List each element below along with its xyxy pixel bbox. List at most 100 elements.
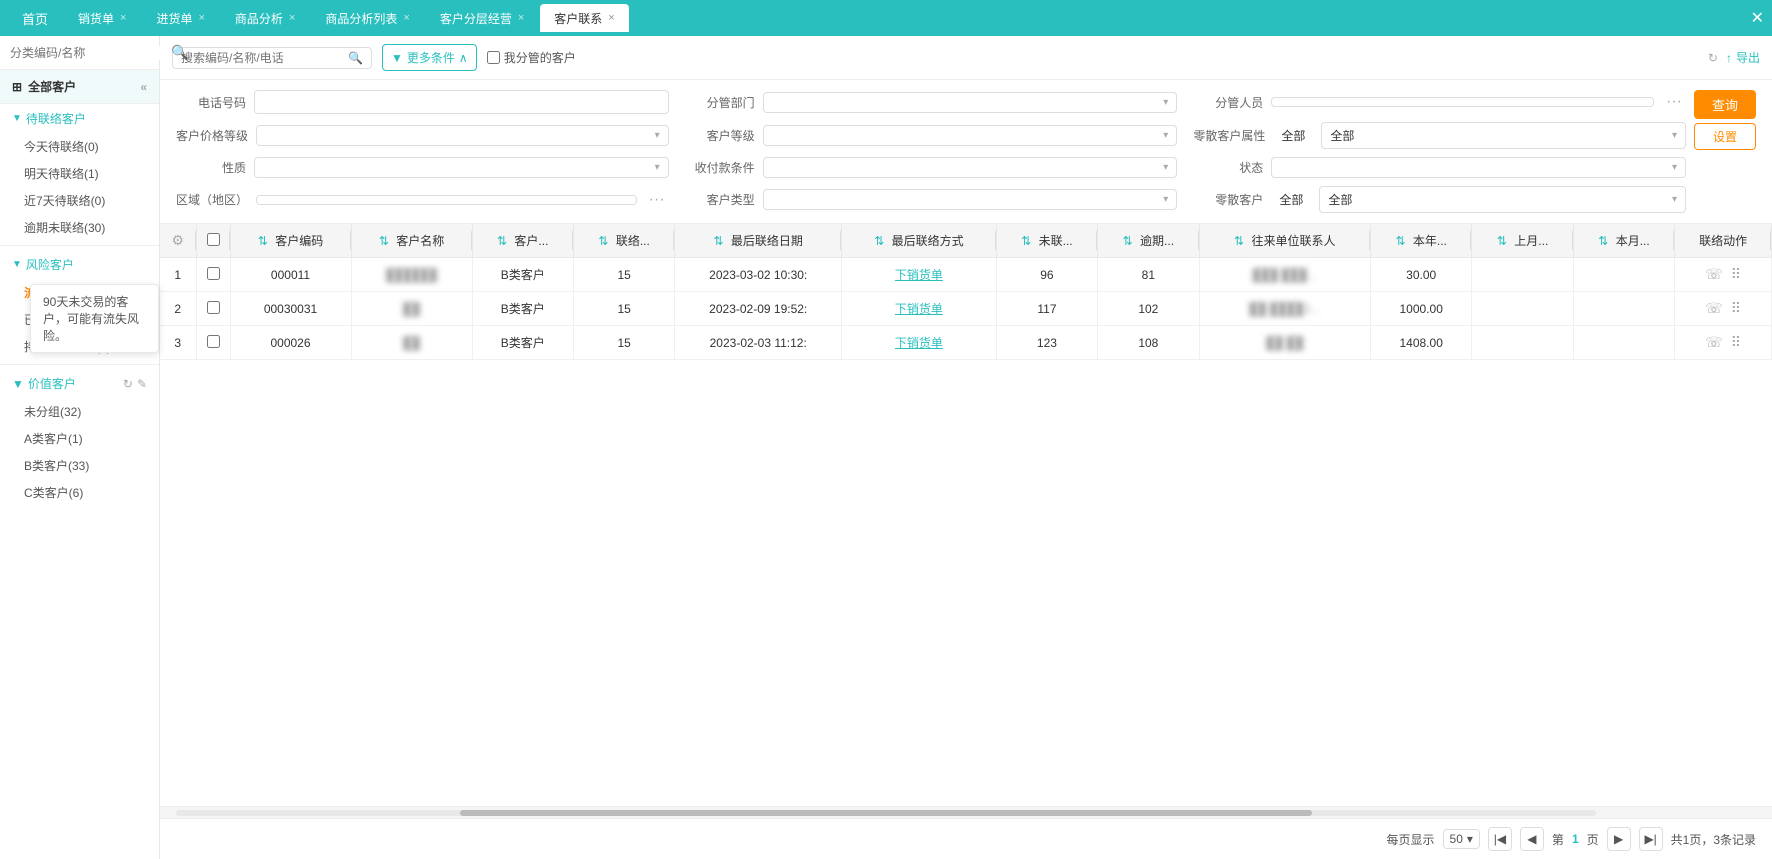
- contact-icon-3[interactable]: ☏: [1705, 334, 1723, 351]
- tab-tier-close[interactable]: ×: [518, 12, 524, 24]
- my-customers-checkbox[interactable]: [487, 51, 500, 64]
- tab-list-close[interactable]: ×: [403, 12, 409, 24]
- row-contact-1: 15: [573, 258, 674, 292]
- status-select[interactable]: ▾: [1271, 157, 1686, 178]
- tab-customer-contact[interactable]: 客户联系 ×: [540, 4, 628, 32]
- sidebar-item-class-c[interactable]: C类客户(6): [0, 479, 159, 506]
- col-sort-icon[interactable]: ⇅: [258, 234, 268, 248]
- last-page-btn[interactable]: ▶|: [1639, 827, 1663, 851]
- sidebar-group-risk[interactable]: ▼ 风险客户: [0, 250, 159, 279]
- sidebar-item-7days-pending[interactable]: 近7天待联络(0): [0, 187, 159, 214]
- tab-contact-close[interactable]: ×: [608, 12, 614, 24]
- contact-icon-1[interactable]: ☏: [1705, 266, 1723, 283]
- search-input[interactable]: [181, 51, 342, 65]
- export-btn[interactable]: ↑ 导出: [1726, 49, 1760, 66]
- search-icon[interactable]: 🔍: [348, 51, 363, 65]
- region-more-btn[interactable]: ···: [645, 191, 669, 209]
- tab-customer-tier[interactable]: 客户分层经营 ×: [426, 4, 538, 32]
- row-method-1: 下销货单: [842, 258, 997, 292]
- filter-field-scatter-customer: 零散客户 全部 全部 ▾: [1193, 186, 1686, 213]
- sidebar-all-customers[interactable]: ⊞ 全部客户 «: [0, 70, 159, 104]
- table-scrollbar-thumb[interactable]: [460, 810, 1312, 816]
- row-contact-2: 15: [573, 292, 674, 326]
- payment-select[interactable]: ▾: [763, 157, 1178, 178]
- more-action-icon-3[interactable]: ⠿: [1731, 334, 1741, 351]
- manager-select[interactable]: [1271, 97, 1654, 107]
- sidebar-item-tomorrow-pending[interactable]: 明天待联络(1): [0, 160, 159, 187]
- settings-btn[interactable]: 设置: [1694, 123, 1756, 150]
- col-sort-icon-11[interactable]: ⇅: [1497, 234, 1507, 248]
- row-method-link-2[interactable]: 下销货单: [895, 302, 943, 316]
- customer-type-select[interactable]: ▾: [763, 189, 1178, 210]
- phone-input[interactable]: [254, 90, 669, 114]
- row-checkbox-input-1[interactable]: [207, 267, 220, 280]
- row-unit-contact-3: ██ ██: [1199, 326, 1370, 360]
- filter-field-phone: 电话号码: [176, 90, 669, 114]
- region-select[interactable]: [256, 195, 637, 205]
- select-all-checkbox[interactable]: [207, 233, 220, 246]
- tab-purchase-close[interactable]: ×: [198, 12, 204, 24]
- table-gear-icon[interactable]: ⚙: [171, 232, 184, 248]
- query-btn[interactable]: 查询: [1694, 90, 1756, 119]
- col-sort-icon-10[interactable]: ⇅: [1395, 234, 1405, 248]
- total-records: 共1页，3条记录: [1671, 831, 1756, 848]
- row-checkbox-input-2[interactable]: [207, 301, 220, 314]
- col-sort-icon-6[interactable]: ⇅: [874, 234, 884, 248]
- tab-sales-label: 销货单: [78, 10, 114, 27]
- tab-purchase-order[interactable]: 进货单 ×: [142, 4, 218, 32]
- sidebar-group-pending[interactable]: ▼ 待联络客户: [0, 104, 159, 133]
- row-method-link-3[interactable]: 下销货单: [895, 336, 943, 350]
- col-sort-icon-8[interactable]: ⇅: [1123, 234, 1133, 248]
- tab-product-list[interactable]: 商品分析列表 ×: [311, 4, 423, 32]
- col-sort-icon-5[interactable]: ⇅: [714, 234, 724, 248]
- customer-level-select[interactable]: ▾: [763, 125, 1178, 146]
- row-checkbox-input-3[interactable]: [207, 335, 220, 348]
- edit-icon[interactable]: ✎: [137, 377, 147, 391]
- sidebar-item-overdue-pending[interactable]: 逾期未联络(30): [0, 214, 159, 241]
- scatter-customer-select[interactable]: 全部 ▾: [1319, 186, 1686, 213]
- sidebar-search-input[interactable]: [10, 46, 165, 60]
- col-sort-icon-4[interactable]: ⇅: [598, 234, 608, 248]
- refresh-icon-bar[interactable]: ↻: [1708, 51, 1718, 65]
- more-conditions-btn[interactable]: ▼ 更多条件 ∧: [382, 44, 477, 71]
- next-page-btn[interactable]: ▶: [1607, 827, 1631, 851]
- my-customers-checkbox-wrap[interactable]: 我分管的客户: [487, 49, 576, 66]
- manager-more-btn[interactable]: ···: [1662, 93, 1686, 111]
- contact-icon-2[interactable]: ☏: [1705, 300, 1723, 317]
- table-scrollbar-track[interactable]: [176, 810, 1596, 816]
- tab-sales-close[interactable]: ×: [120, 12, 126, 24]
- chevron-down-icon-price: ▾: [655, 130, 660, 141]
- row-name-blurred-2: ██: [403, 302, 420, 316]
- sidebar-collapse-icon[interactable]: «: [140, 80, 147, 94]
- row-action-icons-3: ☏ ⠿: [1685, 334, 1761, 351]
- sidebar-item-today-pending[interactable]: 今天待联络(0): [0, 133, 159, 160]
- tab-sales-order[interactable]: 销货单 ×: [64, 4, 140, 32]
- nature-select[interactable]: ▾: [254, 157, 669, 178]
- tab-analysis-close[interactable]: ×: [289, 12, 295, 24]
- tab-list-label: 商品分析列表: [325, 10, 397, 27]
- sidebar-group-value[interactable]: ▼ 价值客户 ↻ ✎: [0, 369, 159, 398]
- more-action-icon-2[interactable]: ⠿: [1731, 300, 1741, 317]
- prev-page-btn[interactable]: ◀: [1520, 827, 1544, 851]
- col-sort-icon-9[interactable]: ⇅: [1234, 234, 1244, 248]
- price-level-select[interactable]: ▾: [256, 125, 669, 146]
- dept-label: 分管部门: [685, 94, 755, 111]
- tab-product-analysis[interactable]: 商品分析 ×: [221, 4, 309, 32]
- page-size-select[interactable]: 50 ▾: [1443, 829, 1480, 849]
- close-window-btn[interactable]: ✕: [1751, 8, 1764, 28]
- row-method-link-1[interactable]: 下销货单: [895, 268, 943, 282]
- col-sort-icon-12[interactable]: ⇅: [1598, 234, 1608, 248]
- dept-select[interactable]: ▾: [763, 92, 1178, 113]
- more-action-icon-1[interactable]: ⠿: [1731, 266, 1741, 283]
- col-sort-icon-2[interactable]: ⇅: [379, 234, 389, 248]
- scatter-attr-select[interactable]: 全部 ▾: [1321, 122, 1686, 149]
- refresh-icon[interactable]: ↻: [123, 377, 133, 391]
- sidebar-item-class-a[interactable]: A类客户(1): [0, 425, 159, 452]
- first-page-btn[interactable]: |◀: [1488, 827, 1512, 851]
- sidebar-item-class-b[interactable]: B类客户(33): [0, 452, 159, 479]
- tab-home[interactable]: 首页: [8, 9, 62, 28]
- sidebar-item-unclassified[interactable]: 未分组(32): [0, 398, 159, 425]
- col-sort-icon-7[interactable]: ⇅: [1021, 234, 1031, 248]
- sidebar-search-icon[interactable]: 🔍: [171, 44, 188, 61]
- col-sort-icon-3[interactable]: ⇅: [497, 234, 507, 248]
